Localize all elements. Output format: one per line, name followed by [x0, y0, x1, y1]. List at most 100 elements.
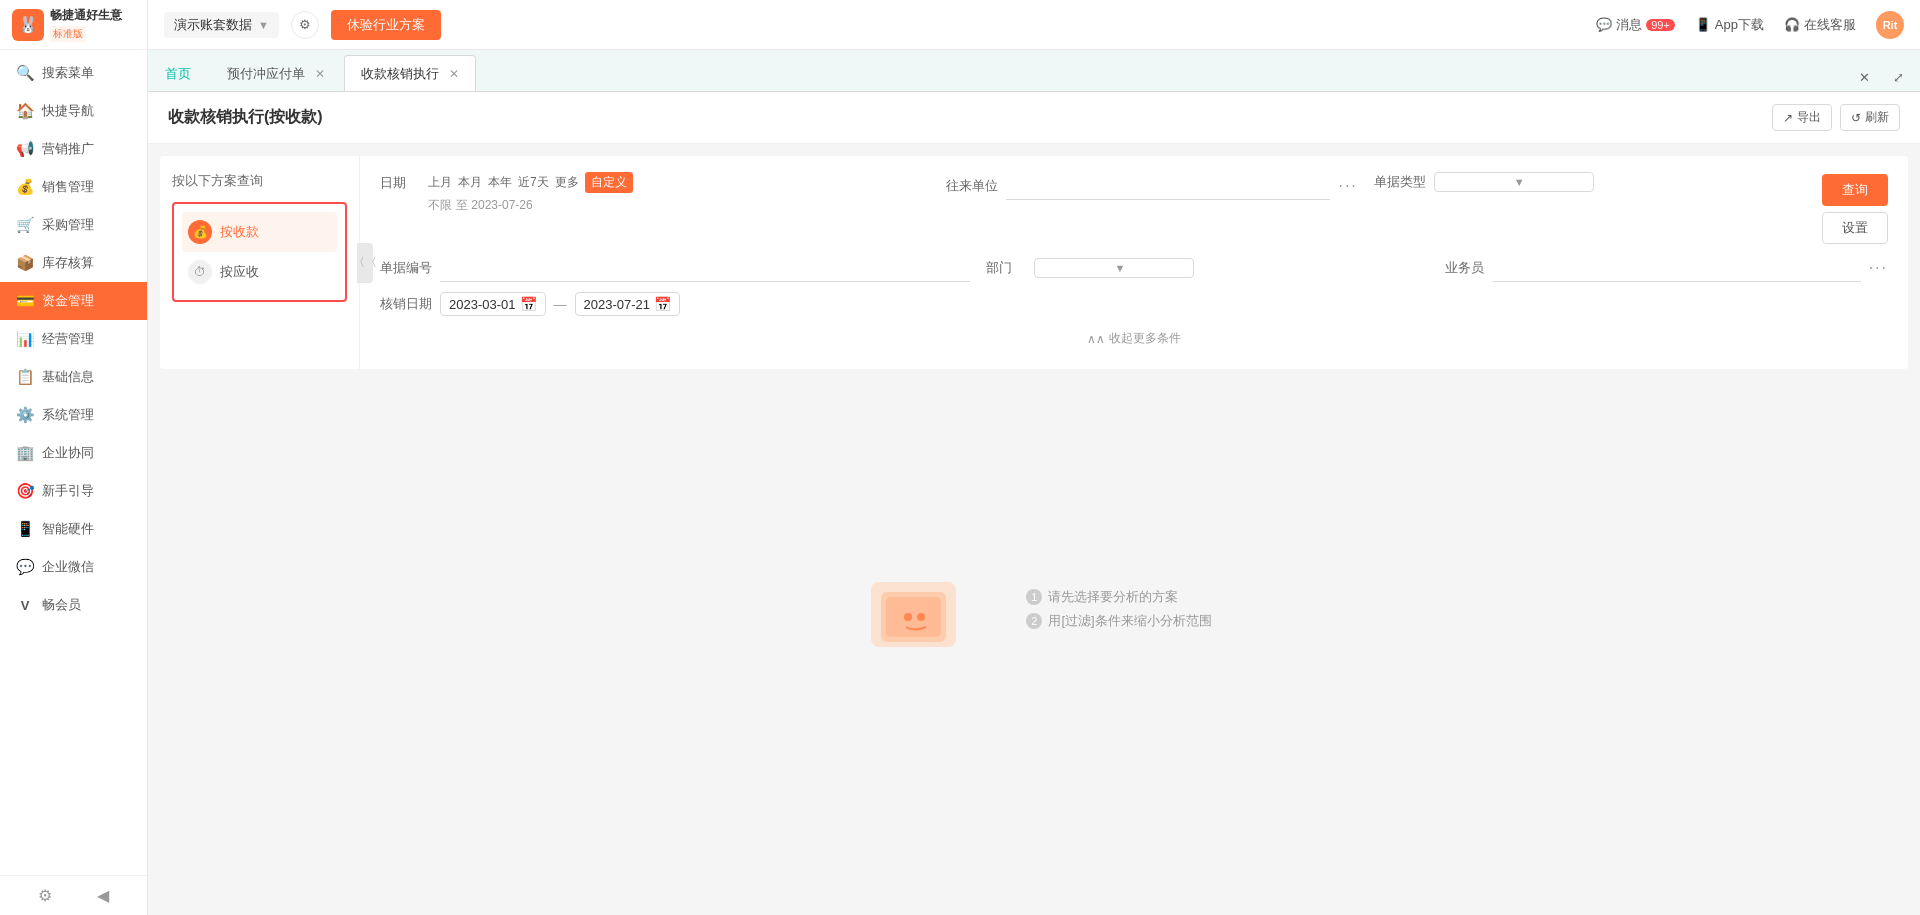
verify-date-end-input[interactable]: 2023-07-21 📅: [575, 292, 681, 316]
sidebar-label-enterprise: 企业协同: [42, 444, 94, 462]
partner-label: 往来单位: [946, 177, 998, 195]
user-menu[interactable]: Rit: [1876, 11, 1904, 39]
sidebar-item-basic-info[interactable]: 📋 基础信息: [0, 358, 147, 396]
topbar-right: 💬 消息 99+ 📱 App下载 🎧 在线客服 Rit: [1596, 11, 1904, 39]
doc-type-row: 单据类型 ▼: [1374, 172, 1786, 192]
sidebar-item-marketing[interactable]: 📢 营销推广: [0, 130, 147, 168]
sidebar-label-search-menu: 搜索菜单: [42, 64, 94, 82]
filter-right-panel: 日期 上月 本月 本年 近7天 更多 自定义 不限: [360, 156, 1908, 369]
step-1-num: 1: [1026, 589, 1042, 605]
shortcut-7-days[interactable]: 近7天: [518, 174, 549, 191]
shortcut-more[interactable]: 更多: [555, 174, 579, 191]
sidebar-item-enterprise[interactable]: 🏢 企业协同: [0, 434, 147, 472]
sidebar-item-beginner[interactable]: 🎯 新手引导: [0, 472, 147, 510]
empty-wrapper: 1 请先选择要分析的方案 2 用[过滤]条件来缩小分析范围: [856, 562, 1211, 662]
partner-input[interactable]: [1006, 172, 1331, 200]
logo-text-area: 畅捷通好生意 标准版: [50, 7, 122, 42]
department-select[interactable]: ▼: [1034, 258, 1194, 278]
collapse-sidebar-icon[interactable]: ◀: [97, 886, 109, 905]
sidebar-item-finance[interactable]: 💳 资金管理: [0, 282, 147, 320]
refresh-icon: ↺: [1851, 111, 1861, 125]
staff-input[interactable]: [1493, 254, 1860, 282]
sidebar-item-quick-nav[interactable]: 🏠 快捷导航: [0, 92, 147, 130]
empty-illustration: [856, 562, 976, 662]
company-name-text: 演示账套数据: [174, 16, 252, 34]
partner-filter: 往来单位 ···: [946, 172, 1358, 200]
app-download-btn[interactable]: 📱 App下载: [1695, 16, 1764, 34]
export-btn[interactable]: ↗ 导出: [1772, 104, 1832, 131]
online-service-btn[interactable]: 🎧 在线客服: [1784, 16, 1856, 34]
sidebar-item-wechat[interactable]: 💬 企业微信: [0, 548, 147, 586]
partner-more-btn[interactable]: ···: [1338, 177, 1357, 195]
industry-btn[interactable]: 休验行业方案: [331, 10, 441, 40]
topbar-left: 演示账套数据 ▼ ⚙ 休验行业方案: [164, 10, 441, 40]
shortcut-custom[interactable]: 自定义: [585, 172, 633, 193]
department-dropdown-icon: ▼: [1114, 262, 1185, 274]
page-header: 收款核销执行(按收款) ↗ 导出 ↺ 刷新: [148, 92, 1920, 144]
doc-type-label: 单据类型: [1374, 173, 1426, 191]
empty-state: 1 请先选择要分析的方案 2 用[过滤]条件来缩小分析范围: [148, 369, 1920, 915]
sidebar-logo: 🐰 畅捷通好生意 标准版: [0, 0, 147, 50]
settings-btn[interactable]: ⚙: [291, 11, 319, 39]
empty-step-2-text: 用[过滤]条件来缩小分析范围: [1048, 612, 1211, 630]
refresh-btn[interactable]: ↺ 刷新: [1840, 104, 1900, 131]
gear-icon: ⚙: [299, 17, 311, 32]
page-content: 收款核销执行(按收款) ↗ 导出 ↺ 刷新 按以下方案查询 💰: [148, 92, 1920, 915]
app-icon: 📱: [1695, 17, 1711, 32]
date-label: 日期: [380, 174, 420, 192]
verify-date-end-cal-icon: 📅: [654, 296, 671, 312]
sidebar-item-purchase[interactable]: 🛒 采购管理: [0, 206, 147, 244]
doc-no-input[interactable]: [440, 254, 970, 282]
tab-home[interactable]: 首页: [148, 55, 208, 91]
collapse-more-conditions-btn[interactable]: ∧∧ 收起更多条件: [380, 324, 1888, 353]
purchase-icon: 🛒: [16, 216, 34, 234]
tabbar-actions: ✕ ⤢: [1842, 63, 1920, 91]
verify-date-filter: 核销日期 2023-03-01 📅 — 2023-07-21 📅: [380, 292, 680, 316]
sidebar-label-sales: 销售管理: [42, 178, 94, 196]
receipt-tab-close-icon[interactable]: ✕: [449, 67, 459, 81]
sidebar-item-sales[interactable]: 💰 销售管理: [0, 168, 147, 206]
tabbar: 首页 预付冲应付单 ✕ 收款核销执行 ✕ ✕ ⤢: [148, 50, 1920, 92]
empty-step-1-text: 请先选择要分析的方案: [1048, 588, 1178, 606]
date-to-text: 至 2023-07-26: [456, 197, 533, 214]
filter-option-by-receivable[interactable]: ⏱ 按应收: [182, 252, 337, 292]
doc-type-dropdown-icon: ▼: [1514, 176, 1585, 188]
shortcut-this-month[interactable]: 本月: [458, 174, 482, 191]
staff-filter: 业务员 ···: [1445, 254, 1888, 282]
empty-text: 1 请先选择要分析的方案 2 用[过滤]条件来缩小分析范围: [1026, 588, 1211, 636]
sidebar-item-member[interactable]: V 畅会员: [0, 586, 147, 624]
prepay-tab-close-icon[interactable]: ✕: [315, 67, 325, 81]
sidebar-item-smart-hw[interactable]: 📱 智能硬件: [0, 510, 147, 548]
collapse-more-label: 收起更多条件: [1109, 330, 1181, 347]
settings-bottom-icon[interactable]: ⚙: [38, 886, 52, 905]
tab-prepay[interactable]: 预付冲应付单 ✕: [210, 55, 342, 91]
collapse-more-icon: ∧∧: [1087, 332, 1105, 346]
empty-step-1: 1 请先选择要分析的方案: [1026, 588, 1211, 606]
message-btn[interactable]: 💬 消息 99+: [1596, 16, 1675, 34]
filter-option-by-receipt[interactable]: 💰 按收款: [182, 212, 337, 252]
collapse-filter-left-btn[interactable]: 〈〈: [357, 243, 373, 283]
sidebar-item-system[interactable]: ⚙️ 系统管理: [0, 396, 147, 434]
staff-more-btn[interactable]: ···: [1869, 259, 1888, 277]
close-tab-btn[interactable]: ✕: [1850, 63, 1878, 91]
query-btn[interactable]: 查询: [1822, 174, 1888, 206]
tab-receipt[interactable]: 收款核销执行 ✕: [344, 55, 476, 91]
sidebar-item-operation[interactable]: 📊 经营管理: [0, 320, 147, 358]
filter-row-2: 单据编号 部门 ▼ 业务员 ···: [380, 254, 1888, 282]
sidebar-label-inventory: 库存核算: [42, 254, 94, 272]
doc-type-select[interactable]: ▼: [1434, 172, 1594, 192]
expand-tab-btn[interactable]: ⤢: [1884, 63, 1912, 91]
company-selector[interactable]: 演示账套数据 ▼: [164, 12, 279, 38]
filter-settings-btn[interactable]: 设置: [1822, 212, 1888, 244]
sidebar-item-search-menu[interactable]: 🔍 搜索菜单: [0, 54, 147, 92]
sidebar-item-inventory[interactable]: 📦 库存核算: [0, 244, 147, 282]
topbar: 演示账套数据 ▼ ⚙ 休验行业方案 💬 消息 99+ 📱 App下载 🎧 在线客…: [148, 0, 1920, 50]
department-filter: 部门 ▼: [986, 258, 1429, 278]
filter-row-3: 核销日期 2023-03-01 📅 — 2023-07-21 📅: [380, 292, 1888, 316]
basic-info-icon: 📋: [16, 368, 34, 386]
shortcut-this-year[interactable]: 本年: [488, 174, 512, 191]
operation-icon: 📊: [16, 330, 34, 348]
verify-date-start-input[interactable]: 2023-03-01 📅: [440, 292, 546, 316]
page-title: 收款核销执行(按收款): [168, 107, 323, 128]
shortcut-last-month[interactable]: 上月: [428, 174, 452, 191]
